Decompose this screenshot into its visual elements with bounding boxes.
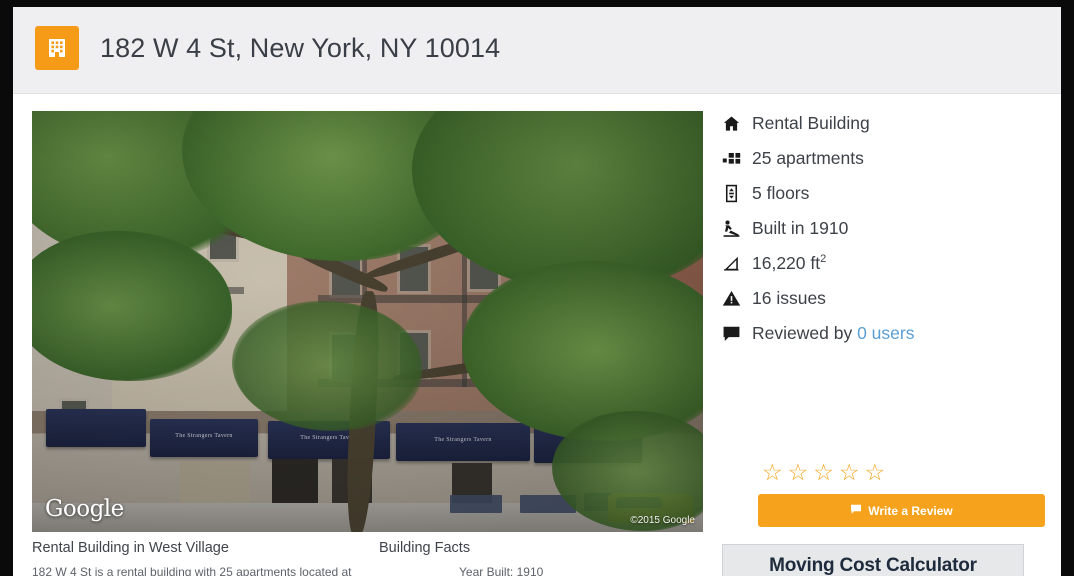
star-icon[interactable]: ☆	[839, 461, 860, 484]
fact-label: 25 apartments	[752, 148, 864, 168]
fact-floors: 5 floors	[722, 176, 1052, 211]
ruler-icon	[722, 254, 752, 273]
star-icon[interactable]: ☆	[813, 461, 834, 484]
fact-label: 5 floors	[752, 183, 810, 203]
comment-icon	[722, 324, 752, 343]
write-review-label: Write a Review	[868, 503, 953, 518]
left-section-heading: Rental Building in West Village	[32, 540, 229, 556]
elevator-icon	[722, 184, 752, 203]
fact-apartments: 25 apartments	[722, 141, 1052, 176]
fact-reviews[interactable]: Reviewed by 0 users	[722, 316, 1052, 351]
star-icon[interactable]: ☆	[788, 461, 809, 484]
building-facts-list: Rental Building 25 apartments 5 floors B…	[722, 106, 1052, 351]
google-watermark: Google	[45, 496, 124, 522]
calculator-header: Moving Cost Calculator Get 3 moving quot…	[723, 545, 1023, 576]
left-section-text: 182 W 4 St is a rental building with 25 …	[32, 565, 352, 576]
photo-vignette	[32, 111, 703, 532]
reviewers-link[interactable]: 0 users	[857, 323, 914, 343]
street-view-photo[interactable]: The Strangers Tavern The Strangers Taver…	[32, 111, 703, 532]
page-title: 182 W 4 St, New York, NY 10014	[100, 32, 501, 63]
street-view-scene: The Strangers Tavern The Strangers Taver…	[32, 111, 703, 532]
fact-issues[interactable]: 16 issues	[722, 281, 1052, 316]
main-content: The Strangers Tavern The Strangers Taver…	[13, 94, 1061, 576]
fact-label: Built in 1910	[752, 218, 849, 238]
calculator-title: Moving Cost Calculator	[769, 555, 977, 576]
grid-icon	[722, 149, 752, 168]
fact-year-built: Built in 1910	[722, 211, 1052, 246]
page-frame: 182 W 4 St, New York, NY 10014 Google ©2…	[13, 7, 1061, 576]
building-icon	[35, 26, 79, 70]
home-icon	[722, 114, 752, 133]
fact-square-footage: 16,220 ft2	[722, 246, 1052, 281]
right-section-heading: Building Facts	[379, 540, 471, 556]
header-content: 182 W 4 St, New York, NY 10014	[35, 26, 500, 70]
comment-icon	[850, 503, 862, 518]
sup-unit: 2	[820, 253, 827, 266]
fact-label: Reviewed by 0 users	[752, 323, 915, 343]
google-copyright: ©2015 Google	[630, 515, 695, 526]
right-section-text: Year Built: 1910	[459, 565, 544, 576]
rating-stars[interactable]: ☆ ☆ ☆ ☆ ☆	[762, 461, 885, 484]
issues-link[interactable]: 16 issues	[752, 288, 826, 309]
star-icon[interactable]: ☆	[762, 461, 783, 484]
fact-rental-building: Rental Building	[722, 106, 1052, 141]
warning-icon	[722, 289, 752, 308]
moving-cost-calculator: Moving Cost Calculator Get 3 moving quot…	[722, 544, 1024, 576]
page-header: 182 W 4 St, New York, NY 10014	[13, 7, 1061, 94]
write-review-button[interactable]: Write a Review	[758, 494, 1045, 527]
construction-icon	[722, 219, 752, 238]
fact-label: 16,220 ft2	[752, 253, 827, 273]
fact-label: Rental Building	[752, 113, 870, 133]
star-icon[interactable]: ☆	[865, 461, 886, 484]
